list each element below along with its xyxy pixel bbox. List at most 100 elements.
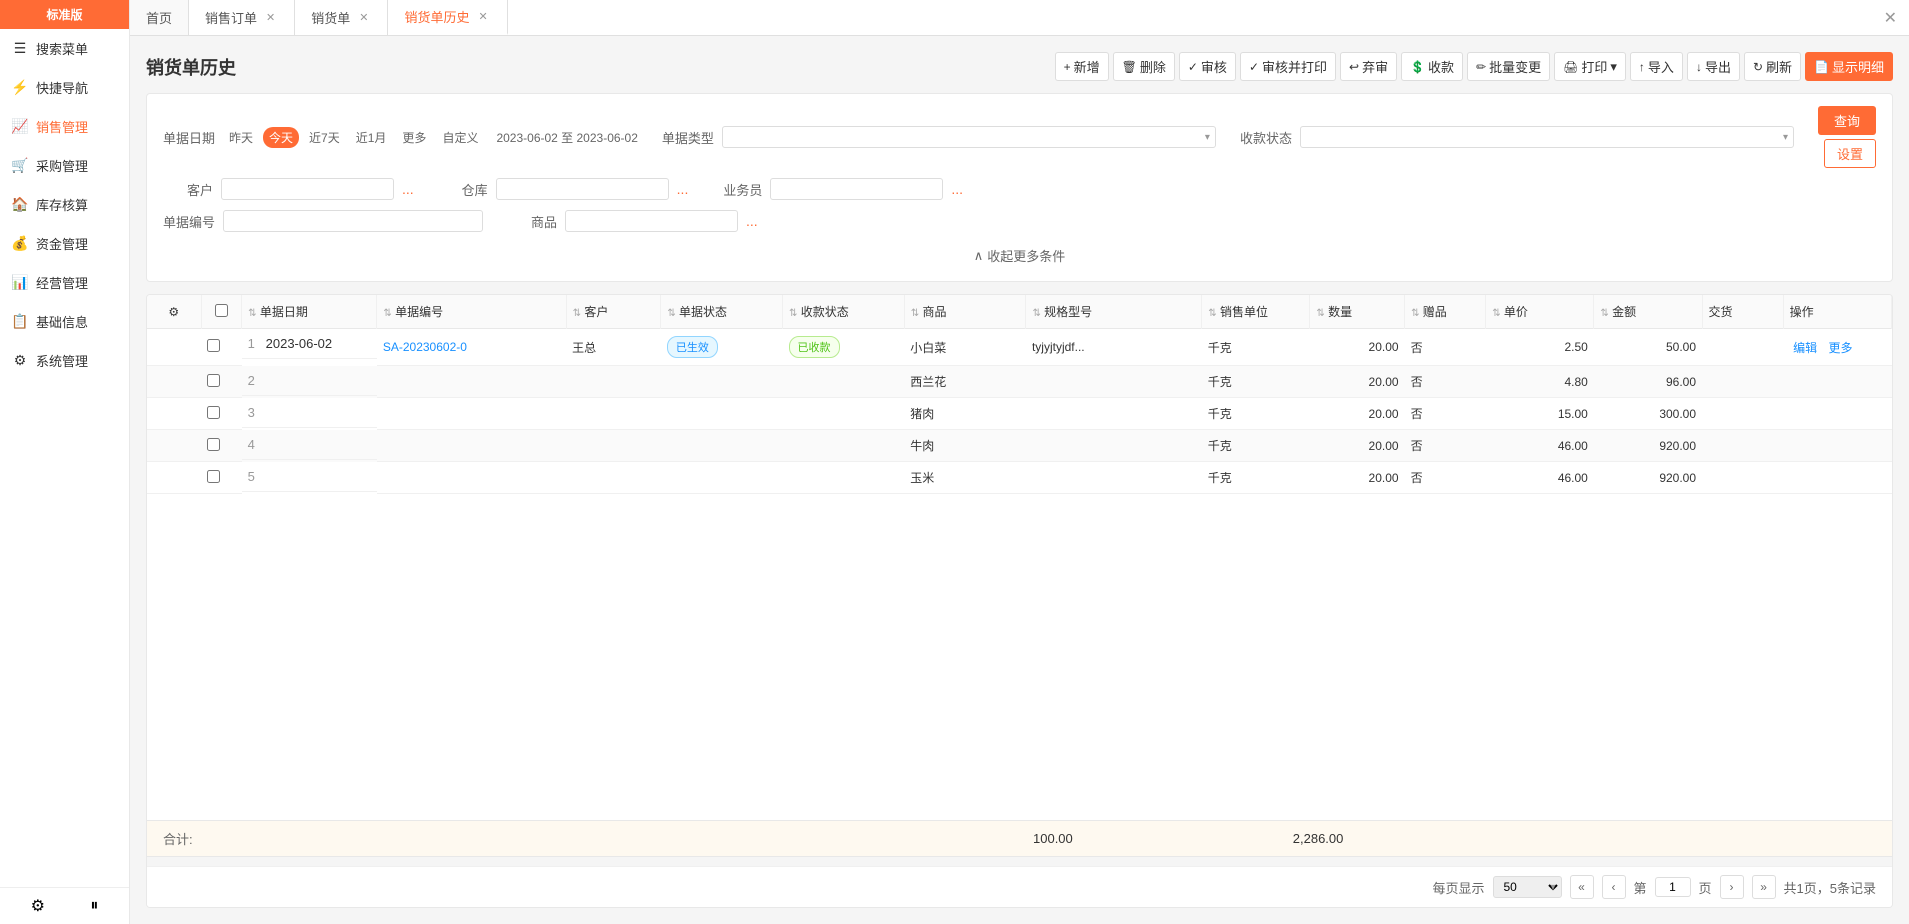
warehouse-dots[interactable]: ...: [677, 181, 689, 197]
sidebar-item-sales-mgmt[interactable]: 📈 销售管理: [0, 107, 129, 146]
sidebar-item-purchase-mgmt[interactable]: 🛒 采购管理: [0, 146, 129, 185]
doc-type-select-wrap[interactable]: [722, 126, 1216, 148]
action-btn-0[interactable]: 编辑: [1789, 339, 1821, 357]
batch-change-button[interactable]: ✏ 批量变更: [1467, 52, 1550, 81]
row-gift: 否: [1405, 366, 1486, 398]
row-doc-no[interactable]: SA-20230602-0: [377, 329, 566, 366]
settings-button[interactable]: 设置: [1824, 139, 1876, 168]
sidebar-item-system-mgmt[interactable]: ⚙ 系统管理: [0, 341, 129, 380]
payment-status-select-wrap[interactable]: [1300, 126, 1794, 148]
per-page-select[interactable]: 50 100 200: [1493, 876, 1562, 898]
tab-sales-order[interactable]: 销售订单 ✕: [189, 0, 295, 35]
row-checkbox[interactable]: [201, 329, 242, 366]
row-select-checkbox[interactable]: [207, 438, 220, 451]
date-tag-custom[interactable]: 自定义: [436, 127, 484, 148]
collapse-button[interactable]: ∧ 收起更多条件: [970, 242, 1070, 269]
tab-home[interactable]: 首页: [130, 0, 189, 35]
new-button[interactable]: + 新增: [1055, 52, 1109, 81]
row-checkbox[interactable]: [201, 366, 242, 398]
action-btn-1[interactable]: 更多: [1825, 339, 1857, 357]
row-select-checkbox[interactable]: [207, 470, 220, 483]
doc-type-select[interactable]: [722, 126, 1216, 148]
col-spec[interactable]: ⇅ 规格型号: [1026, 295, 1202, 329]
sidebar-item-basic-info[interactable]: 📋 基础信息: [0, 302, 129, 341]
prev-page-button[interactable]: ‹: [1602, 875, 1626, 899]
col-goods[interactable]: ⇅ 商品: [904, 295, 1026, 329]
refresh-button[interactable]: ↻ 刷新: [1744, 52, 1801, 81]
per-page-select-wrap[interactable]: 50 100 200: [1493, 876, 1562, 898]
salesman-input[interactable]: [770, 178, 943, 200]
col-doc-status[interactable]: ⇅ 单据状态: [661, 295, 783, 329]
col-unit[interactable]: ⇅ 销售单位: [1202, 295, 1310, 329]
audit-print-button[interactable]: ✓ 审核并打印: [1240, 52, 1336, 81]
col-docno[interactable]: ⇅ 单据编号: [377, 295, 566, 329]
collect-button[interactable]: 💲 收款: [1401, 52, 1463, 81]
date-tag-more[interactable]: 更多: [396, 127, 432, 148]
row-select-checkbox[interactable]: [207, 374, 220, 387]
sidebar-item-search-menu[interactable]: ☰ 搜索菜单: [0, 29, 129, 68]
tab-sales-history[interactable]: 销货单历史 ✕: [388, 0, 507, 35]
col-amount[interactable]: ⇅ 金额: [1594, 295, 1702, 329]
tab-close-sales-history[interactable]: ✕: [476, 9, 491, 24]
col-qty[interactable]: ⇅ 数量: [1310, 295, 1405, 329]
col-customer[interactable]: ⇅ 客户: [566, 295, 661, 329]
sidebar-item-label: 快捷导航: [36, 78, 88, 97]
row-checkbox[interactable]: [201, 430, 242, 462]
select-all-checkbox[interactable]: [215, 304, 228, 317]
goods-dots[interactable]: ...: [746, 213, 758, 229]
date-filter-group: 单据日期 昨天 今天 近7天 近1月 更多 自定义 2023-06-02 至 2…: [163, 127, 638, 148]
col-checkbox[interactable]: [201, 295, 242, 329]
show-detail-button[interactable]: 📄 显示明细: [1805, 52, 1893, 81]
warehouse-input[interactable]: [496, 178, 669, 200]
next-page-button[interactable]: ›: [1720, 875, 1744, 899]
row-doc-no[interactable]: [377, 462, 566, 494]
sidebar-item-operations[interactable]: 📊 经营管理: [0, 263, 129, 302]
payment-status-select[interactable]: [1300, 126, 1794, 148]
doc-num-label: 单据编号: [163, 212, 215, 231]
col-date[interactable]: ⇅ 单据日期: [242, 295, 377, 329]
row-select-checkbox[interactable]: [207, 339, 220, 352]
col-gift[interactable]: ⇅ 赠品: [1405, 295, 1486, 329]
table-scroll-area[interactable]: ⚙ ⇅ 单据日期 ⇅ 单据编号 ⇅ 客户 ⇅ 单据状态 ⇅ 收款状态 ⇅ 商品 …: [147, 295, 1892, 820]
goods-input[interactable]: [565, 210, 738, 232]
date-tag-7days[interactable]: 近7天: [303, 127, 346, 148]
customer-dots[interactable]: ...: [402, 181, 414, 197]
col-gear[interactable]: ⚙: [147, 295, 201, 329]
date-tag-yesterday[interactable]: 昨天: [223, 127, 259, 148]
date-tag-1month[interactable]: 近1月: [350, 127, 393, 148]
sidebar-item-quick-nav[interactable]: ⚡ 快捷导航: [0, 68, 129, 107]
settings-bottom-icon[interactable]: ⚙: [31, 896, 45, 916]
page-number-input[interactable]: [1655, 877, 1691, 897]
row-doc-status: 已生效: [661, 329, 783, 366]
export-button[interactable]: ↓ 导出: [1687, 52, 1740, 81]
row-doc-no[interactable]: [377, 366, 566, 398]
pause-bottom-icon[interactable]: ⏸: [90, 897, 98, 915]
query-button[interactable]: 查询: [1818, 106, 1876, 135]
print-button[interactable]: 🖨 打印 ▾: [1554, 52, 1626, 81]
import-button[interactable]: ↑ 导入: [1630, 52, 1683, 81]
first-page-button[interactable]: «: [1570, 875, 1594, 899]
tab-close-sales-order[interactable]: ✕: [263, 10, 278, 25]
row-checkbox[interactable]: [201, 398, 242, 430]
row-select-checkbox[interactable]: [207, 406, 220, 419]
customer-input[interactable]: [221, 178, 394, 200]
row-doc-no[interactable]: [377, 398, 566, 430]
tab-sales-goods[interactable]: 销货单 ✕: [295, 0, 388, 35]
abandon-button[interactable]: ↩ 弃审: [1340, 52, 1397, 81]
row-doc-no[interactable]: [377, 430, 566, 462]
col-payment-status[interactable]: ⇅ 收款状态: [783, 295, 905, 329]
sidebar-item-inventory[interactable]: 🏠 库存核算: [0, 185, 129, 224]
row-amount: 96.00: [1594, 366, 1702, 398]
sidebar-item-finance[interactable]: 💰 资金管理: [0, 224, 129, 263]
col-unit-price[interactable]: ⇅ 单价: [1486, 295, 1594, 329]
audit-button[interactable]: ✓ 审核: [1179, 52, 1236, 81]
date-tag-today[interactable]: 今天: [263, 127, 299, 148]
close-all-tabs[interactable]: ✕: [1884, 8, 1909, 28]
last-page-button[interactable]: »: [1752, 875, 1776, 899]
salesman-dots[interactable]: ...: [951, 181, 963, 197]
tab-close-sales-goods[interactable]: ✕: [356, 10, 371, 25]
doc-num-input[interactable]: [223, 210, 483, 232]
row-checkbox[interactable]: [201, 462, 242, 494]
delete-button[interactable]: 🗑 删除: [1113, 52, 1175, 81]
horizontal-scrollbar[interactable]: [147, 856, 1892, 866]
